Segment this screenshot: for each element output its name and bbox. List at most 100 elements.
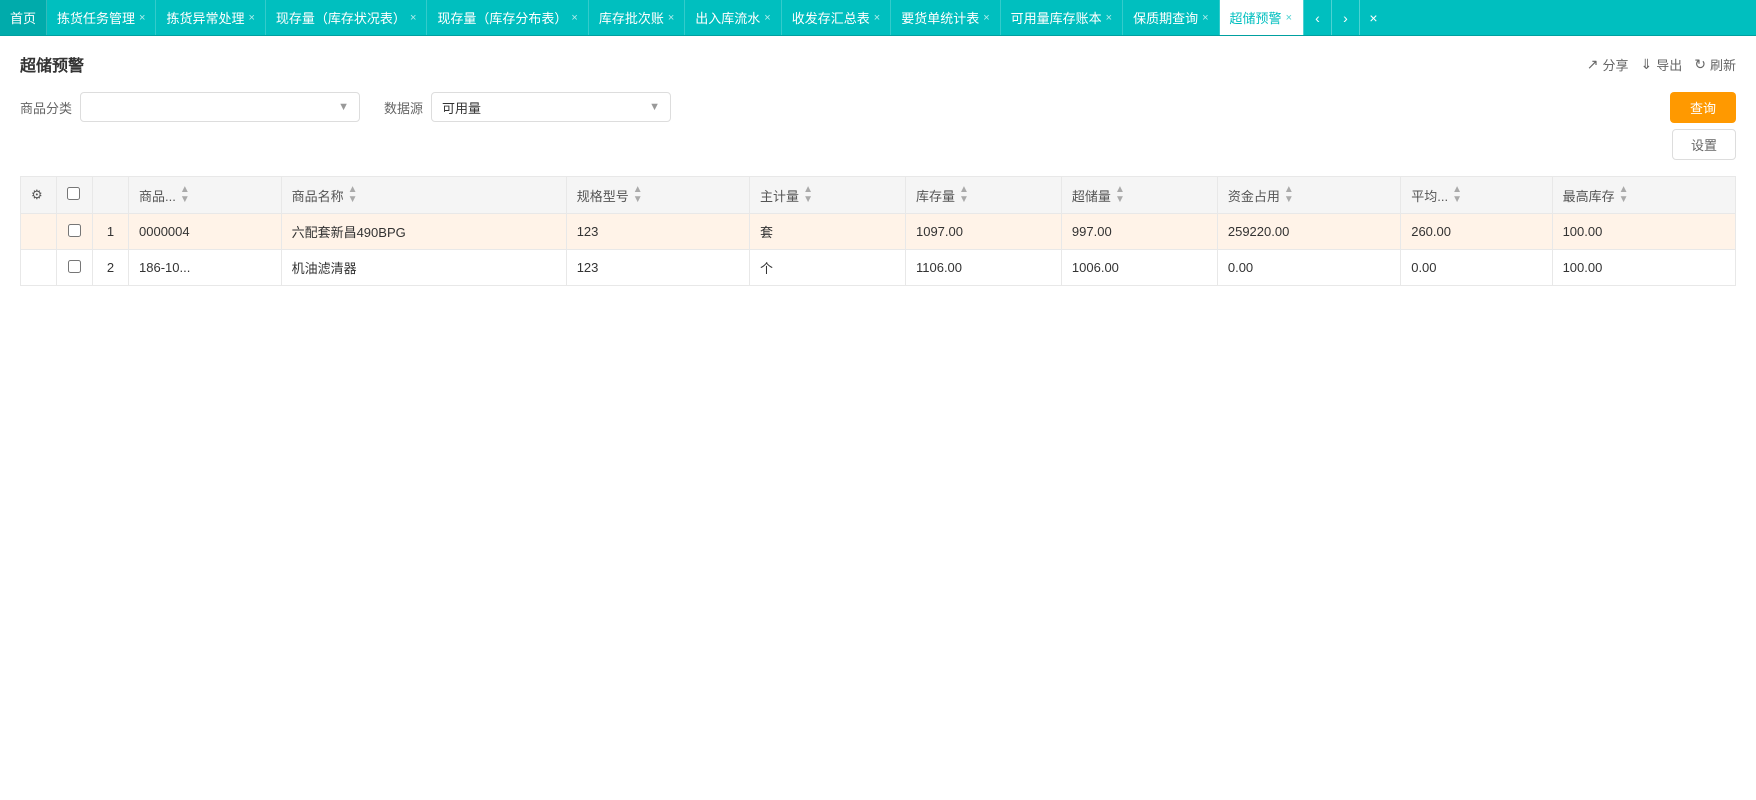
sort-icon-spec: ▲▼ (633, 185, 643, 205)
nav-close-available-ledger[interactable]: × (1106, 12, 1112, 24)
refresh-button[interactable]: ↻ 刷新 (1694, 55, 1736, 74)
th-row-num (93, 177, 129, 214)
datasource-label: 数据源 (384, 98, 423, 117)
th-overstock[interactable]: 超储量 ▲▼ (1061, 177, 1217, 214)
datasource-filter: 数据源 可用量 ▼ (384, 92, 671, 122)
category-select-arrow-icon: ▼ (338, 101, 349, 113)
row-sku-code: 0000004 (129, 214, 282, 250)
row-sku-name: 机油滤清器 (281, 250, 566, 286)
th-unit[interactable]: 主计量 ▲▼ (750, 177, 906, 214)
nav-close-expiry[interactable]: × (1202, 12, 1208, 24)
category-label: 商品分类 (20, 98, 72, 117)
nav-close-stock-status[interactable]: × (410, 12, 416, 24)
row-gear-cell (21, 214, 57, 250)
row-checkbox-cell[interactable] (57, 214, 93, 250)
nav-overstock[interactable]: 超储预警 × (1220, 0, 1303, 36)
datasource-select[interactable]: 可用量 ▼ (431, 92, 671, 122)
th-stock[interactable]: 库存量 ▲▼ (905, 177, 1061, 214)
nav-stock-status[interactable]: 现存量（库存状况表） × (266, 0, 427, 36)
th-max-stock[interactable]: 最高库存 ▲▼ (1552, 177, 1735, 214)
nav-close-demand-stat[interactable]: × (983, 12, 989, 24)
th-sku-name[interactable]: 商品名称 ▲▼ (281, 177, 566, 214)
sort-icon-unit: ▲▼ (803, 185, 813, 205)
page-title: 超储预警 (20, 52, 84, 76)
nav-batch-account[interactable]: 库存批次账 × (589, 0, 685, 36)
row-max-stock: 100.00 (1552, 250, 1735, 286)
nav-inout-flow[interactable]: 出入库流水 × (685, 0, 781, 36)
sort-icon-sku-name: ▲▼ (348, 185, 358, 205)
th-checkbox (57, 177, 93, 214)
nav-stock-dist[interactable]: 现存量（库存分布表） × (427, 0, 588, 36)
row-number: 2 (93, 250, 129, 286)
row-gear-cell (21, 250, 57, 286)
nav-expiry[interactable]: 保质期查询 × (1123, 0, 1219, 36)
query-button[interactable]: 查询 (1670, 92, 1736, 123)
sort-icon-overstock: ▲▼ (1115, 185, 1125, 205)
row-spec: 123 (566, 214, 749, 250)
page-header: 超储预警 ↗ 分享 ⇓ 导出 ↻ 刷新 (20, 52, 1736, 76)
table-row: 1 0000004 六配套新昌490BPG 123 套 1097.00 997.… (21, 214, 1736, 250)
nav-prev-arrow[interactable]: ‹ (1303, 0, 1331, 36)
nav-close-stock-dist[interactable]: × (571, 12, 577, 24)
th-capital[interactable]: 资金占用 ▲▼ (1217, 177, 1400, 214)
nav-close-batch-account[interactable]: × (668, 12, 674, 24)
settings-button[interactable]: 设置 (1672, 129, 1736, 160)
nav-demand-stat[interactable]: 要货单统计表 × (891, 0, 1000, 36)
row-checkbox[interactable] (68, 224, 81, 237)
table-row: 2 186-10... 机油滤清器 123 个 1106.00 1006.00 … (21, 250, 1736, 286)
nav-summary[interactable]: 收发存汇总表 × (782, 0, 891, 36)
nav-next-arrow[interactable]: › (1331, 0, 1359, 36)
nav-home[interactable]: 首页 (0, 0, 47, 36)
top-nav: 首页 拣货任务管理 × 拣货异常处理 × 现存量（库存状况表） × 现存量（库存… (0, 0, 1756, 36)
select-all-checkbox[interactable] (67, 187, 80, 200)
nav-pick-exception[interactable]: 拣货异常处理 × (156, 0, 265, 36)
row-checkbox-cell[interactable] (57, 250, 93, 286)
share-icon: ↗ (1587, 56, 1599, 73)
sort-icon-stock: ▲▼ (959, 185, 969, 205)
nav-close-pick-exception[interactable]: × (248, 12, 254, 24)
row-unit: 套 (750, 214, 906, 250)
nav-available-ledger[interactable]: 可用量库存账本 × (1001, 0, 1123, 36)
nav-close-all-arrow[interactable]: × (1359, 0, 1387, 36)
row-number: 1 (93, 214, 129, 250)
nav-close-pick-task[interactable]: × (139, 12, 145, 24)
row-overstock: 997.00 (1061, 214, 1217, 250)
row-stock: 1097.00 (905, 214, 1061, 250)
row-spec: 123 (566, 250, 749, 286)
row-stock: 1106.00 (905, 250, 1061, 286)
th-avg[interactable]: 平均... ▲▼ (1401, 177, 1552, 214)
th-spec[interactable]: 规格型号 ▲▼ (566, 177, 749, 214)
row-max-stock: 100.00 (1552, 214, 1735, 250)
sort-icon-sku-code: ▲▼ (180, 185, 190, 205)
data-table: ⚙ 商品... ▲▼ 商品名称 ▲▼ (20, 176, 1736, 286)
nav-close-inout-flow[interactable]: × (764, 12, 770, 24)
datasource-select-value: 可用量 (442, 98, 481, 117)
row-overstock: 1006.00 (1061, 250, 1217, 286)
row-unit: 个 (750, 250, 906, 286)
row-sku-name: 六配套新昌490BPG (281, 214, 566, 250)
row-capital: 0.00 (1217, 250, 1400, 286)
row-capital: 259220.00 (1217, 214, 1400, 250)
header-actions: ↗ 分享 ⇓ 导出 ↻ 刷新 (1587, 55, 1736, 74)
export-button[interactable]: ⇓ 导出 (1641, 55, 1683, 74)
export-icon: ⇓ (1641, 56, 1653, 73)
nav-pick-task[interactable]: 拣货任务管理 × (47, 0, 156, 36)
th-gear[interactable]: ⚙ (21, 177, 57, 214)
sort-icon-max-stock: ▲▼ (1619, 185, 1629, 205)
gear-icon: ⚙ (31, 187, 43, 202)
nav-close-summary[interactable]: × (874, 12, 880, 24)
sort-icon-avg: ▲▼ (1452, 185, 1462, 205)
datasource-select-arrow-icon: ▼ (649, 101, 660, 113)
refresh-icon: ↻ (1694, 56, 1706, 73)
category-filter: 商品分类 ▼ (20, 92, 360, 122)
nav-close-overstock[interactable]: × (1286, 12, 1292, 24)
page-content: 超储预警 ↗ 分享 ⇓ 导出 ↻ 刷新 商品分类 ▼ (0, 36, 1756, 302)
share-button[interactable]: ↗ 分享 (1587, 55, 1629, 74)
category-select[interactable]: ▼ (80, 92, 360, 122)
row-avg: 0.00 (1401, 250, 1552, 286)
th-sku-code[interactable]: 商品... ▲▼ (129, 177, 282, 214)
row-sku-code: 186-10... (129, 250, 282, 286)
row-avg: 260.00 (1401, 214, 1552, 250)
sort-icon-capital: ▲▼ (1284, 185, 1294, 205)
row-checkbox[interactable] (68, 260, 81, 273)
